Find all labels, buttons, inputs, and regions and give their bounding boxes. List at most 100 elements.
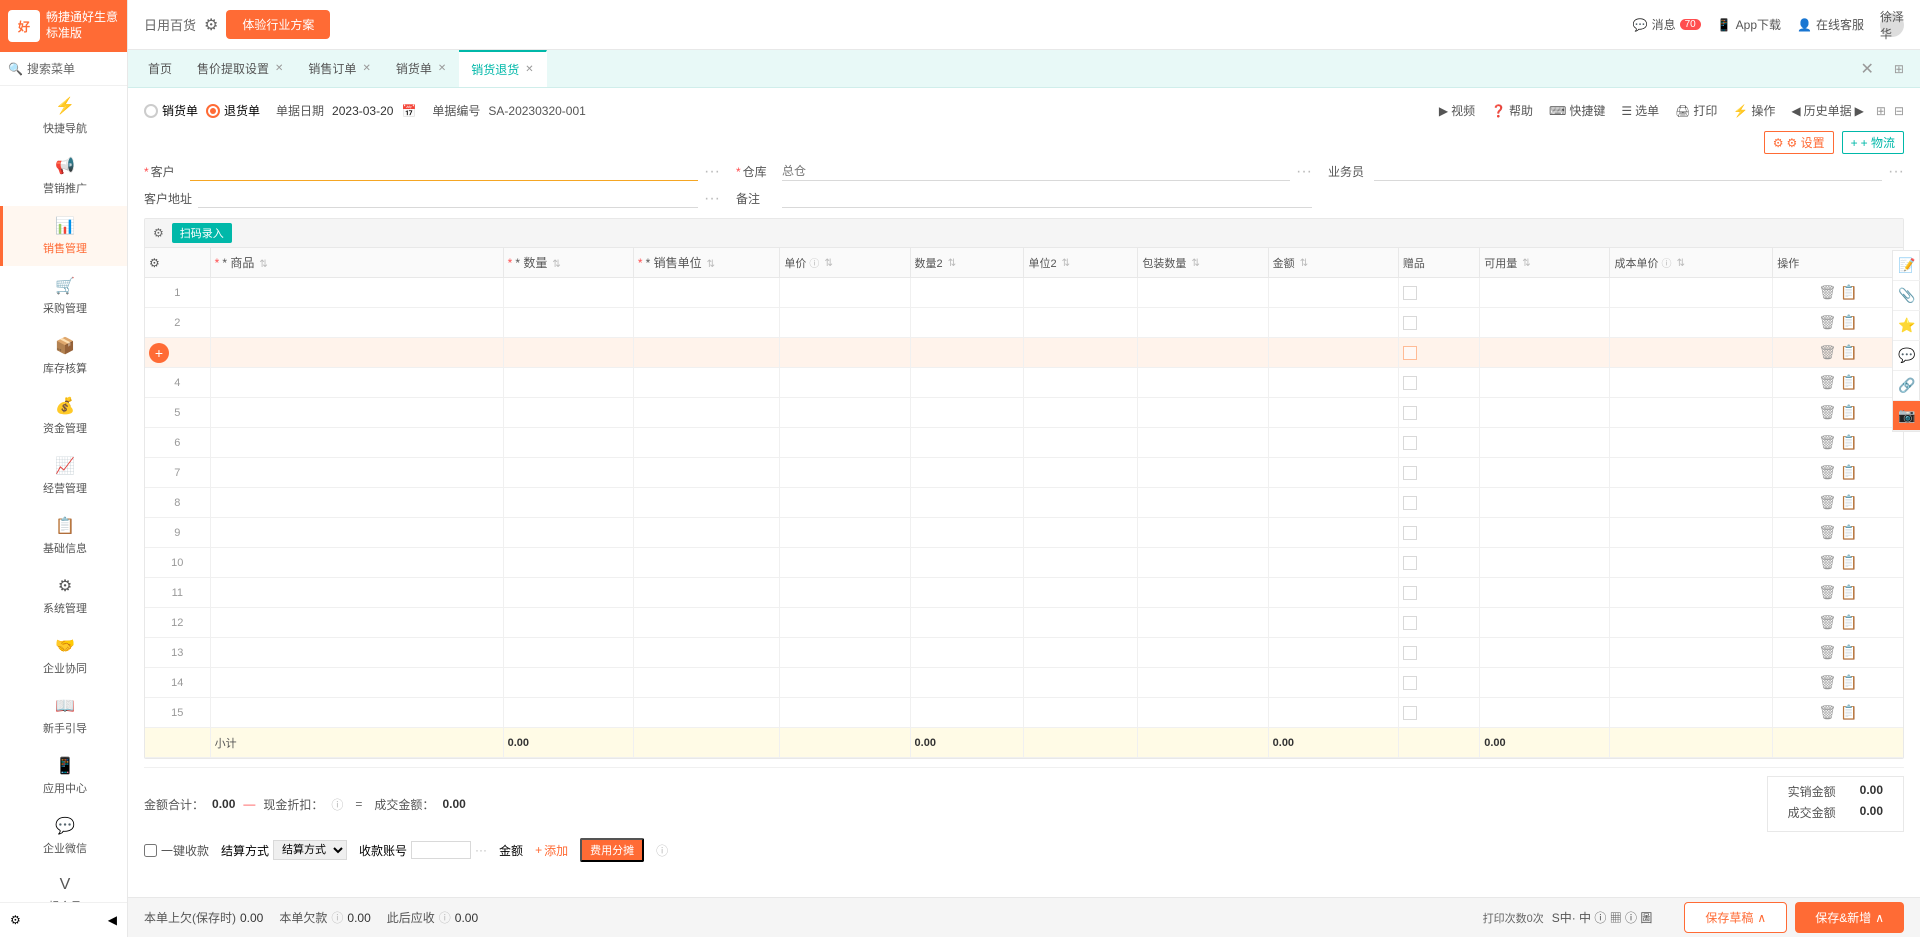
view-list-icon[interactable]: ⊞ [1876,104,1886,118]
account-input[interactable] [411,841,471,859]
account-dots[interactable]: ··· [475,843,487,857]
delete-row-icon[interactable]: 🗑 [1819,524,1837,541]
add-fee-btn[interactable]: + 添加 [535,842,568,859]
radio-return[interactable]: 退货单 [206,102,260,119]
price-cell[interactable] [780,278,910,308]
sidebar-footer-collapse[interactable]: ◀ [108,913,117,927]
gift-checkbox[interactable] [1403,526,1417,540]
gift-checkbox[interactable] [1403,676,1417,690]
gift-checkbox[interactable] [1403,406,1417,420]
tab-price-settings-close[interactable]: ✕ [275,63,283,74]
delete-row-icon[interactable]: 🗑 [1819,614,1837,631]
copy-row-icon[interactable]: 📋 [1840,344,1857,361]
product-sort-icon[interactable]: ⇅ [259,259,267,270]
amount-cell[interactable] [1268,278,1398,308]
avail-sort-icon[interactable]: ⇅ [1522,258,1530,269]
message-btn[interactable]: 💬 消息 70 [1633,16,1701,33]
gift-checkbox[interactable] [1403,706,1417,720]
copy-row-icon[interactable]: 📋 [1840,434,1857,451]
right-panel-chat[interactable]: 💬 [1893,341,1920,371]
product-input-active[interactable] [215,346,499,360]
sidebar-item-guide[interactable]: 📖 新手引导 [0,686,127,746]
radio-sales[interactable]: 销货单 [144,102,198,119]
amount-sort-icon[interactable]: ⇅ [1300,258,1308,269]
staff-picker[interactable]: ··· [1888,163,1904,181]
delete-row-icon[interactable]: 🗑 [1819,704,1837,721]
select-btn[interactable]: ☰ 选单 [1617,100,1663,121]
save-draft-btn[interactable]: 保存草稿 ∧ [1684,902,1787,933]
gift-checkbox[interactable] [1403,616,1417,630]
gift-checkbox[interactable] [1403,286,1417,300]
delete-row-icon[interactable]: 🗑 [1819,344,1837,361]
delete-row-icon[interactable]: 🗑 [1819,464,1837,481]
sidebar-item-operation[interactable]: 📈 经营管理 [0,446,127,506]
right-panel-attach[interactable]: 📎 [1893,281,1920,311]
form-settings-btn[interactable]: ⚙ ⚙ 设置 [1764,131,1834,154]
address-picker[interactable]: ··· [704,190,720,208]
gift-checkbox[interactable] [1403,586,1417,600]
delete-row-icon[interactable]: 🗑 [1819,434,1837,451]
tab-sales-order[interactable]: 销售订单 ✕ [296,50,383,87]
calendar-icon[interactable]: 📅 [401,104,416,118]
fee-help-icon[interactable]: ⓘ [656,842,668,859]
table-gear-icon[interactable]: ⚙ [153,226,164,240]
gift-checkbox[interactable] [1403,646,1417,660]
delete-row-icon[interactable]: 🗑 [1819,314,1837,331]
history-btn[interactable]: ◀ 历史单据 ▶ [1787,100,1867,121]
date-value[interactable]: 2023-03-20 [332,104,393,118]
copy-row-icon[interactable]: 📋 [1840,674,1857,691]
discount-help-icon[interactable]: ⓘ [331,796,343,813]
user-profile[interactable]: 徐泽华 [1880,13,1904,37]
right-panel-star[interactable]: ⭐ [1893,311,1920,341]
online-service-btn[interactable]: 👤 在线客服 [1797,16,1864,33]
copy-row-icon[interactable]: 📋 [1840,584,1857,601]
customer-input[interactable] [190,162,698,181]
experience-btn[interactable]: 体验行业方案 [226,10,330,39]
unit-sort-icon[interactable]: ⇅ [707,259,715,270]
cost-sort-icon[interactable]: ⇅ [1677,258,1685,269]
copy-row-icon[interactable]: 📋 [1840,314,1857,331]
add-logistics-btn[interactable]: + + 物流 [1842,131,1904,154]
copy-row-icon[interactable]: 📋 [1840,704,1857,721]
tab-sales-return[interactable]: 销货退货 ✕ [459,50,546,87]
delete-row-icon[interactable]: 🗑 [1819,284,1837,301]
gift-checkbox[interactable] [1403,376,1417,390]
pack-cell[interactable] [1138,278,1268,308]
collect-help-icon[interactable]: ⓘ [439,909,451,926]
operate-btn[interactable]: ⚡ 操作 [1729,100,1779,121]
tab-sales-close[interactable]: ✕ [438,63,446,74]
topbar-settings-icon[interactable]: ⚙ [204,15,218,35]
tab-expand[interactable]: ⊞ [1886,62,1912,76]
sidebar-item-finance[interactable]: 💰 资金管理 [0,386,127,446]
app-download-btn[interactable]: 📱 App下载 [1717,16,1781,33]
unit-cell[interactable] [633,278,780,308]
search-menu[interactable]: 🔍 搜索菜单 [0,52,127,86]
copy-row-icon[interactable]: 📋 [1840,464,1857,481]
customer-picker[interactable]: ··· [704,163,720,181]
tab-sales[interactable]: 销货单 ✕ [384,50,459,87]
tab-sales-order-close[interactable]: ✕ [362,63,370,74]
view-grid-icon[interactable]: ⊟ [1894,104,1904,118]
payment-checkbox[interactable] [144,844,157,857]
sidebar-item-enterprise-wechat[interactable]: 💬 企业微信 [0,806,127,866]
sidebar-item-inventory[interactable]: 📦 库存核算 [0,326,127,386]
delete-row-icon[interactable]: 🗑 [1819,494,1837,511]
add-row-btn[interactable]: + [149,343,169,363]
delete-row-icon[interactable]: 🗑 [1819,644,1837,661]
shortcut-btn[interactable]: ⌨ 快捷键 [1545,100,1609,121]
qty-cell[interactable] [503,278,633,308]
delete-row-icon[interactable]: 🗑 [1819,674,1837,691]
tab-sales-return-close[interactable]: ✕ [525,64,533,75]
product-cell[interactable] [210,278,503,308]
warehouse-picker[interactable]: ··· [1296,163,1312,181]
gift-checkbox-active[interactable] [1403,346,1417,360]
sidebar-item-member[interactable]: V 畅会员 [0,866,127,902]
sidebar-item-basic-info[interactable]: 📋 基础信息 [0,506,127,566]
sidebar-item-marketing[interactable]: 📢 营销推广 [0,146,127,206]
sidebar-item-enterprise[interactable]: 🤝 企业协同 [0,626,127,686]
delete-row-icon[interactable]: 🗑 [1819,554,1837,571]
delete-row-icon[interactable]: 🗑 [1819,374,1837,391]
right-panel-link[interactable]: 🔗 [1893,371,1920,401]
sidebar-item-sales[interactable]: 📊 销售管理 [0,206,127,266]
help-btn[interactable]: ❓ 帮助 [1487,100,1537,121]
